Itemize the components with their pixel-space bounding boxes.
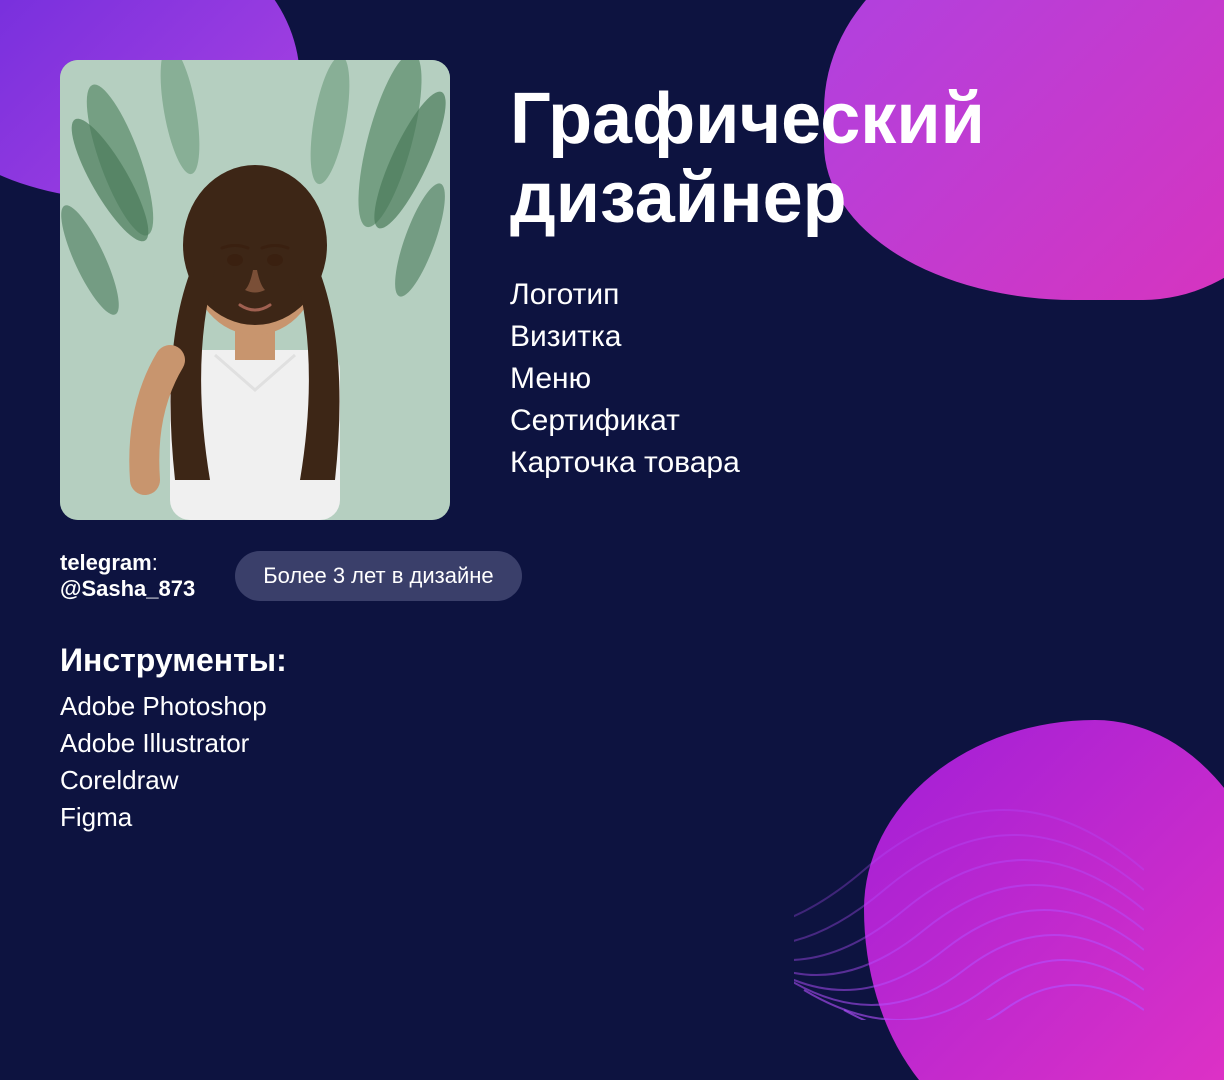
tools-list: Adobe Photoshop Adobe Illustrator Coreld… (60, 691, 1164, 833)
service-item-3: Меню (510, 362, 1164, 396)
tool-item-2: Adobe Illustrator (60, 728, 1164, 759)
page-content: Графический дизайнер Логотип Визитка Мен… (0, 0, 1224, 1080)
telegram-handle: @Sasha_873 (60, 576, 195, 601)
service-item-4: Сертификат (510, 404, 1164, 438)
service-item-1: Логотип (510, 278, 1164, 312)
profile-photo (60, 60, 450, 520)
tools-section: Инструменты: Adobe Photoshop Adobe Illus… (60, 642, 1164, 833)
telegram-label: telegram (60, 550, 152, 575)
service-item-5: Карточка товара (510, 446, 1164, 480)
tool-item-3: Coreldraw (60, 765, 1164, 796)
photo-placeholder (60, 60, 450, 520)
tools-title: Инструменты: (60, 642, 1164, 679)
service-item-2: Визитка (510, 320, 1164, 354)
telegram-row: telegram: @Sasha_873 Более 3 лет в дизай… (60, 550, 1164, 602)
page-title: Графический дизайнер (510, 80, 1164, 238)
telegram-info: telegram: @Sasha_873 (60, 550, 195, 602)
right-section: Графический дизайнер Логотип Визитка Мен… (510, 60, 1164, 480)
services-list: Логотип Визитка Меню Сертификат Карточка… (510, 278, 1164, 480)
experience-badge: Более 3 лет в дизайне (235, 551, 521, 601)
tool-item-4: Figma (60, 802, 1164, 833)
tool-item-1: Adobe Photoshop (60, 691, 1164, 722)
top-section: Графический дизайнер Логотип Визитка Мен… (60, 60, 1164, 520)
bottom-section: telegram: @Sasha_873 Более 3 лет в дизай… (60, 550, 1164, 833)
